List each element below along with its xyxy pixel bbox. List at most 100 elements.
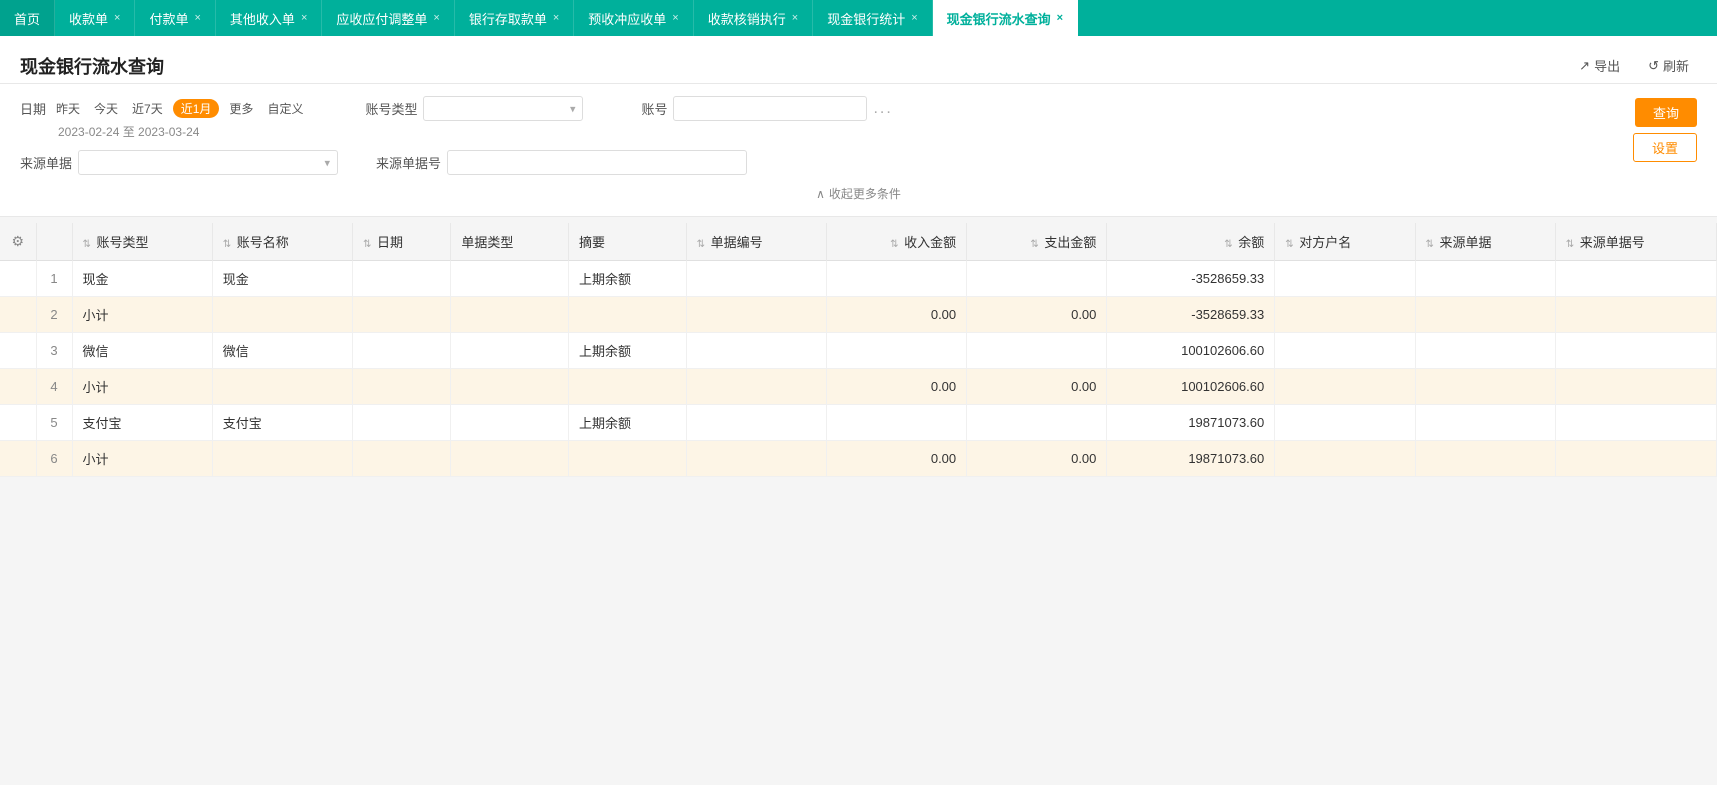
account-input[interactable] — [673, 96, 867, 121]
td-date — [353, 333, 451, 369]
date-btn-today[interactable]: 今天 — [90, 99, 122, 118]
td-balance: -3528659.33 — [1107, 261, 1275, 297]
query-button[interactable]: 查询 — [1635, 98, 1697, 127]
th-income[interactable]: ⇅ 收入金额 — [826, 223, 966, 261]
nav-tab-close-5[interactable]: × — [553, 12, 559, 24]
td-income: 0.00 — [826, 369, 966, 405]
nav-tab-label-4: 应收应付调整单 — [336, 9, 427, 28]
source-doc-filter: 来源单据 ▾ — [20, 150, 338, 175]
table-row: 5支付宝支付宝上期余额19871073.60 — [0, 405, 1717, 441]
td-source-doc — [1415, 441, 1555, 477]
nav-tab-label-2: 付款单 — [149, 9, 188, 28]
td-account-name: 现金 — [212, 261, 352, 297]
nav-tab-8[interactable]: 现金银行统计 × — [813, 0, 932, 36]
source-doc-label: 来源单据 — [20, 153, 72, 172]
nav-tab-4[interactable]: 应收应付调整单 × — [322, 0, 454, 36]
nav-tab-close-9[interactable]: × — [1057, 12, 1063, 24]
td-source-doc-no — [1555, 369, 1716, 405]
td-index: 1 — [36, 261, 72, 297]
nav-tab-close-3[interactable]: × — [301, 12, 307, 24]
td-gear — [0, 441, 36, 477]
td-source-doc-no — [1555, 297, 1716, 333]
date-range-display: 2023-02-24 至 2023-03-24 — [58, 125, 199, 139]
table-row: 6小计0.000.0019871073.60 — [0, 441, 1717, 477]
th-counterparty[interactable]: ⇅ 对方户名 — [1275, 223, 1415, 261]
td-counterparty — [1275, 441, 1415, 477]
th-date[interactable]: ⇅ 日期 — [353, 223, 451, 261]
td-source-doc-no — [1555, 441, 1716, 477]
nav-tab-close-2[interactable]: × — [194, 12, 200, 24]
th-account-type[interactable]: ⇅ 账号类型 — [72, 223, 212, 261]
td-source-doc — [1415, 297, 1555, 333]
nav-tab-close-4[interactable]: × — [433, 12, 439, 24]
td-account-name: 微信 — [212, 333, 352, 369]
td-expense: 0.00 — [967, 441, 1107, 477]
th-expense[interactable]: ⇅ 支出金额 — [967, 223, 1107, 261]
nav-tab-1[interactable]: 收款单 × — [55, 0, 135, 36]
date-btn-yesterday[interactable]: 昨天 — [52, 99, 84, 118]
date-btn-more[interactable]: 更多 — [225, 99, 257, 118]
td-balance: -3528659.33 — [1107, 297, 1275, 333]
nav-tab-5[interactable]: 银行存取款单 × — [455, 0, 574, 36]
export-button[interactable]: ↗ 导出 — [1571, 52, 1628, 79]
nav-tab-close-8[interactable]: × — [911, 12, 917, 24]
th-gear[interactable]: ⚙ — [0, 223, 36, 261]
refresh-button[interactable]: ↺ 刷新 — [1640, 52, 1697, 79]
nav-home[interactable]: 首页 — [0, 0, 55, 36]
source-doc-no-input[interactable] — [447, 150, 747, 175]
td-date — [353, 369, 451, 405]
export-icon: ↗ — [1579, 58, 1590, 74]
th-account-name[interactable]: ⇅ 账号名称 — [212, 223, 352, 261]
filter-area: 日期 昨天 今天 近7天 近1月 更多 自定义 账号类型 — [0, 84, 1717, 217]
td-account-type: 微信 — [72, 333, 212, 369]
td-doc-no — [686, 261, 826, 297]
nav-tab-6[interactable]: 预收冲应收单 × — [574, 0, 693, 36]
date-btn-7days[interactable]: 近7天 — [128, 99, 167, 118]
source-doc-select-wrapper: ▾ — [78, 150, 338, 175]
sort-arrows-counterparty: ⇅ — [1285, 239, 1293, 250]
page-title: 现金银行流水查询 — [20, 53, 164, 79]
td-expense — [967, 261, 1107, 297]
nav-tab-label-7: 收款核销执行 — [708, 9, 786, 28]
account-type-filter: 账号类型 ▾ — [365, 96, 583, 121]
td-source-doc — [1415, 369, 1555, 405]
th-balance[interactable]: ⇅ 余额 — [1107, 223, 1275, 261]
nav-tab-7[interactable]: 收款核销执行 × — [694, 0, 813, 36]
nav-tab-2[interactable]: 付款单 × — [135, 0, 215, 36]
nav-tab-label-9: 现金银行流水查询 — [947, 9, 1051, 28]
td-expense — [967, 333, 1107, 369]
nav-tab-3[interactable]: 其他收入单 × — [216, 0, 322, 36]
nav-tab-close-1[interactable]: × — [114, 12, 120, 24]
source-doc-select[interactable] — [78, 150, 338, 175]
sort-arrows-account-name: ⇅ — [223, 239, 231, 250]
td-gear — [0, 369, 36, 405]
th-balance-label: 余额 — [1238, 235, 1264, 250]
source-doc-no-label: 来源单据号 — [376, 153, 441, 172]
td-income: 0.00 — [826, 297, 966, 333]
sort-arrows-doc-no: ⇅ — [697, 239, 705, 250]
nav-tab-9[interactable]: 现金银行流水查询 × — [933, 0, 1078, 36]
th-source-doc-no[interactable]: ⇅ 来源单据号 — [1555, 223, 1716, 261]
td-source-doc-no — [1555, 333, 1716, 369]
settings-button[interactable]: 设置 — [1633, 133, 1697, 162]
date-btn-custom[interactable]: 自定义 — [263, 99, 307, 118]
td-balance: 19871073.60 — [1107, 405, 1275, 441]
page-header: 现金银行流水查询 ↗ 导出 ↺ 刷新 — [0, 36, 1717, 84]
date-btn-1month[interactable]: 近1月 — [173, 99, 220, 118]
th-source-doc[interactable]: ⇅ 来源单据 — [1415, 223, 1555, 261]
collapse-bar[interactable]: ∧ 收起更多条件 — [20, 181, 1697, 208]
th-doc-no[interactable]: ⇅ 单据编号 — [686, 223, 826, 261]
account-more-icon[interactable]: ... — [873, 100, 892, 118]
account-type-select[interactable] — [423, 96, 583, 121]
td-summary — [569, 297, 687, 333]
nav-tab-close-6[interactable]: × — [672, 12, 678, 24]
th-doc-no-label: 单据编号 — [711, 235, 763, 250]
nav-tab-close-7[interactable]: × — [792, 12, 798, 24]
td-index: 2 — [36, 297, 72, 333]
th-index — [36, 223, 72, 261]
gear-icon[interactable]: ⚙ — [11, 233, 24, 249]
table-row: 2小计0.000.00-3528659.33 — [0, 297, 1717, 333]
td-account-type: 现金 — [72, 261, 212, 297]
td-summary: 上期余额 — [569, 405, 687, 441]
td-account-type: 小计 — [72, 297, 212, 333]
